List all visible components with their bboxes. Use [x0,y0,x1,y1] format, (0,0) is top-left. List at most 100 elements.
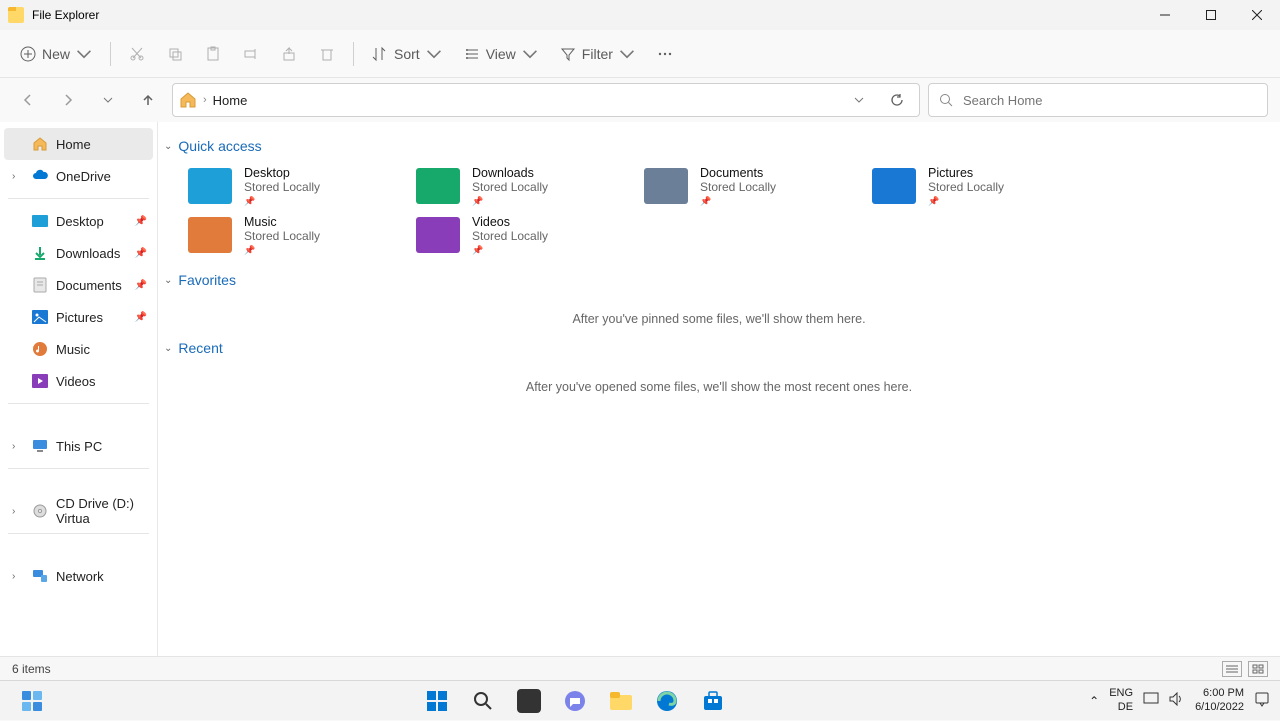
item-name: Videos [472,215,548,229]
task-view-button[interactable] [509,681,549,721]
thumbnails-view-button[interactable] [1248,661,1268,677]
back-button[interactable] [12,84,44,116]
minimize-button[interactable] [1142,0,1188,30]
refresh-button[interactable] [881,84,913,116]
search-input[interactable] [963,93,1257,108]
expand-icon[interactable]: › [12,171,15,182]
recent-empty-message: After you've opened some files, we'll sh… [162,362,1276,402]
pin-icon: 📌 [700,196,776,207]
sidebar-item-pictures[interactable]: Pictures📌 [0,301,157,333]
home-icon [179,91,197,109]
language-indicator[interactable]: ENG DE [1109,687,1133,713]
pin-icon: 📌 [135,216,147,227]
edge-button[interactable] [647,681,687,721]
file-explorer-taskbar-button[interactable] [601,681,641,721]
sort-button[interactable]: Sort [362,36,452,72]
store-button[interactable] [693,681,733,721]
quick-access-item[interactable]: Pictures Stored Locally 📌 [872,166,1100,207]
quick-access-item[interactable]: Music Stored Locally 📌 [188,215,416,256]
paste-button[interactable] [195,36,231,72]
sidebar-label: Home [56,137,91,152]
start-button[interactable] [417,681,457,721]
sidebar-label: This PC [56,439,102,454]
separator [8,533,149,534]
section-favorites[interactable]: ⌄ Favorites [162,266,1276,294]
sidebar-item-onedrive[interactable]: › OneDrive [0,160,157,192]
view-icon [464,46,480,62]
item-name: Pictures [928,166,1004,180]
sidebar-item-documents[interactable]: Documents📌 [0,269,157,301]
quick-access-item[interactable]: Desktop Stored Locally 📌 [188,166,416,207]
new-button[interactable]: New [10,36,102,72]
close-button[interactable] [1234,0,1280,30]
section-quick-access[interactable]: ⌄ Quick access [162,132,1276,160]
view-button[interactable]: View [454,36,548,72]
sidebar-item-home[interactable]: Home [4,128,153,160]
search-button[interactable] [463,681,503,721]
pin-icon: 📌 [472,196,548,207]
disc-icon [32,503,48,519]
network-icon[interactable] [1143,692,1159,709]
sidebar: Home › OneDrive Desktop 📌 Downloads📌 Docu… [0,122,158,656]
search-bar[interactable] [928,83,1268,117]
quick-access-item[interactable]: Documents Stored Locally 📌 [644,166,872,207]
expand-icon[interactable]: › [12,506,15,517]
address-bar[interactable]: › Home [172,83,920,117]
widgets-button[interactable] [12,681,52,721]
sidebar-item-thispc[interactable]: › This PC [0,430,157,462]
clock[interactable]: 6:00 PM 6/10/2022 [1195,687,1244,713]
cut-button[interactable] [119,36,155,72]
section-title: Quick access [178,138,261,154]
quick-access-item[interactable]: Videos Stored Locally 📌 [416,215,644,256]
share-button[interactable] [271,36,307,72]
pin-icon: 📌 [135,280,147,291]
paste-icon [205,46,221,62]
forward-button[interactable] [52,84,84,116]
address-dropdown-button[interactable] [843,84,875,116]
sidebar-label: Music [56,342,90,357]
maximize-button[interactable] [1188,0,1234,30]
item-name: Desktop [244,166,320,180]
item-location: Stored Locally [244,229,320,243]
filter-button[interactable]: Filter [550,36,645,72]
sidebar-label: Desktop [56,214,104,229]
rename-button[interactable] [233,36,269,72]
plus-circle-icon [20,46,36,62]
details-view-button[interactable] [1222,661,1242,677]
sidebar-item-cddrive[interactable]: ›CD Drive (D:) Virtua [0,495,157,527]
ellipsis-icon [657,46,673,62]
sidebar-item-music[interactable]: Music [0,333,157,365]
tray-chevron-icon[interactable]: ⌃ [1089,694,1099,708]
more-button[interactable] [647,36,683,72]
chat-button[interactable] [555,681,595,721]
breadcrumb-location[interactable]: Home [213,93,248,108]
sidebar-item-network[interactable]: › Network [0,560,157,592]
expand-icon[interactable]: › [12,441,15,452]
sidebar-label: Pictures [56,310,103,325]
section-recent[interactable]: ⌄ Recent [162,334,1276,362]
sidebar-label: Network [56,569,104,584]
trash-icon [319,46,335,62]
quick-access-item[interactable]: Downloads Stored Locally 📌 [416,166,644,207]
sidebar-item-videos[interactable]: Videos [0,365,157,397]
sidebar-item-downloads[interactable]: Downloads📌 [0,237,157,269]
separator [8,403,149,404]
pin-icon: 📌 [135,248,147,259]
delete-button[interactable] [309,36,345,72]
notifications-icon[interactable] [1254,691,1270,710]
expand-icon[interactable]: › [12,571,15,582]
recent-locations-button[interactable] [92,84,124,116]
home-icon [32,136,48,152]
content-area: ⌄ Quick access Desktop Stored Locally 📌 … [158,122,1280,656]
up-button[interactable] [132,84,164,116]
volume-icon[interactable] [1169,692,1185,709]
folder-icon [872,168,916,204]
breadcrumb-separator: › [203,94,207,106]
sidebar-item-desktop[interactable]: Desktop 📌 [0,205,157,237]
copy-button[interactable] [157,36,193,72]
item-location: Stored Locally [700,180,776,194]
rename-icon [243,46,259,62]
address-row: › Home [0,78,1280,122]
item-location: Stored Locally [928,180,1004,194]
chevron-down-icon [619,46,635,62]
